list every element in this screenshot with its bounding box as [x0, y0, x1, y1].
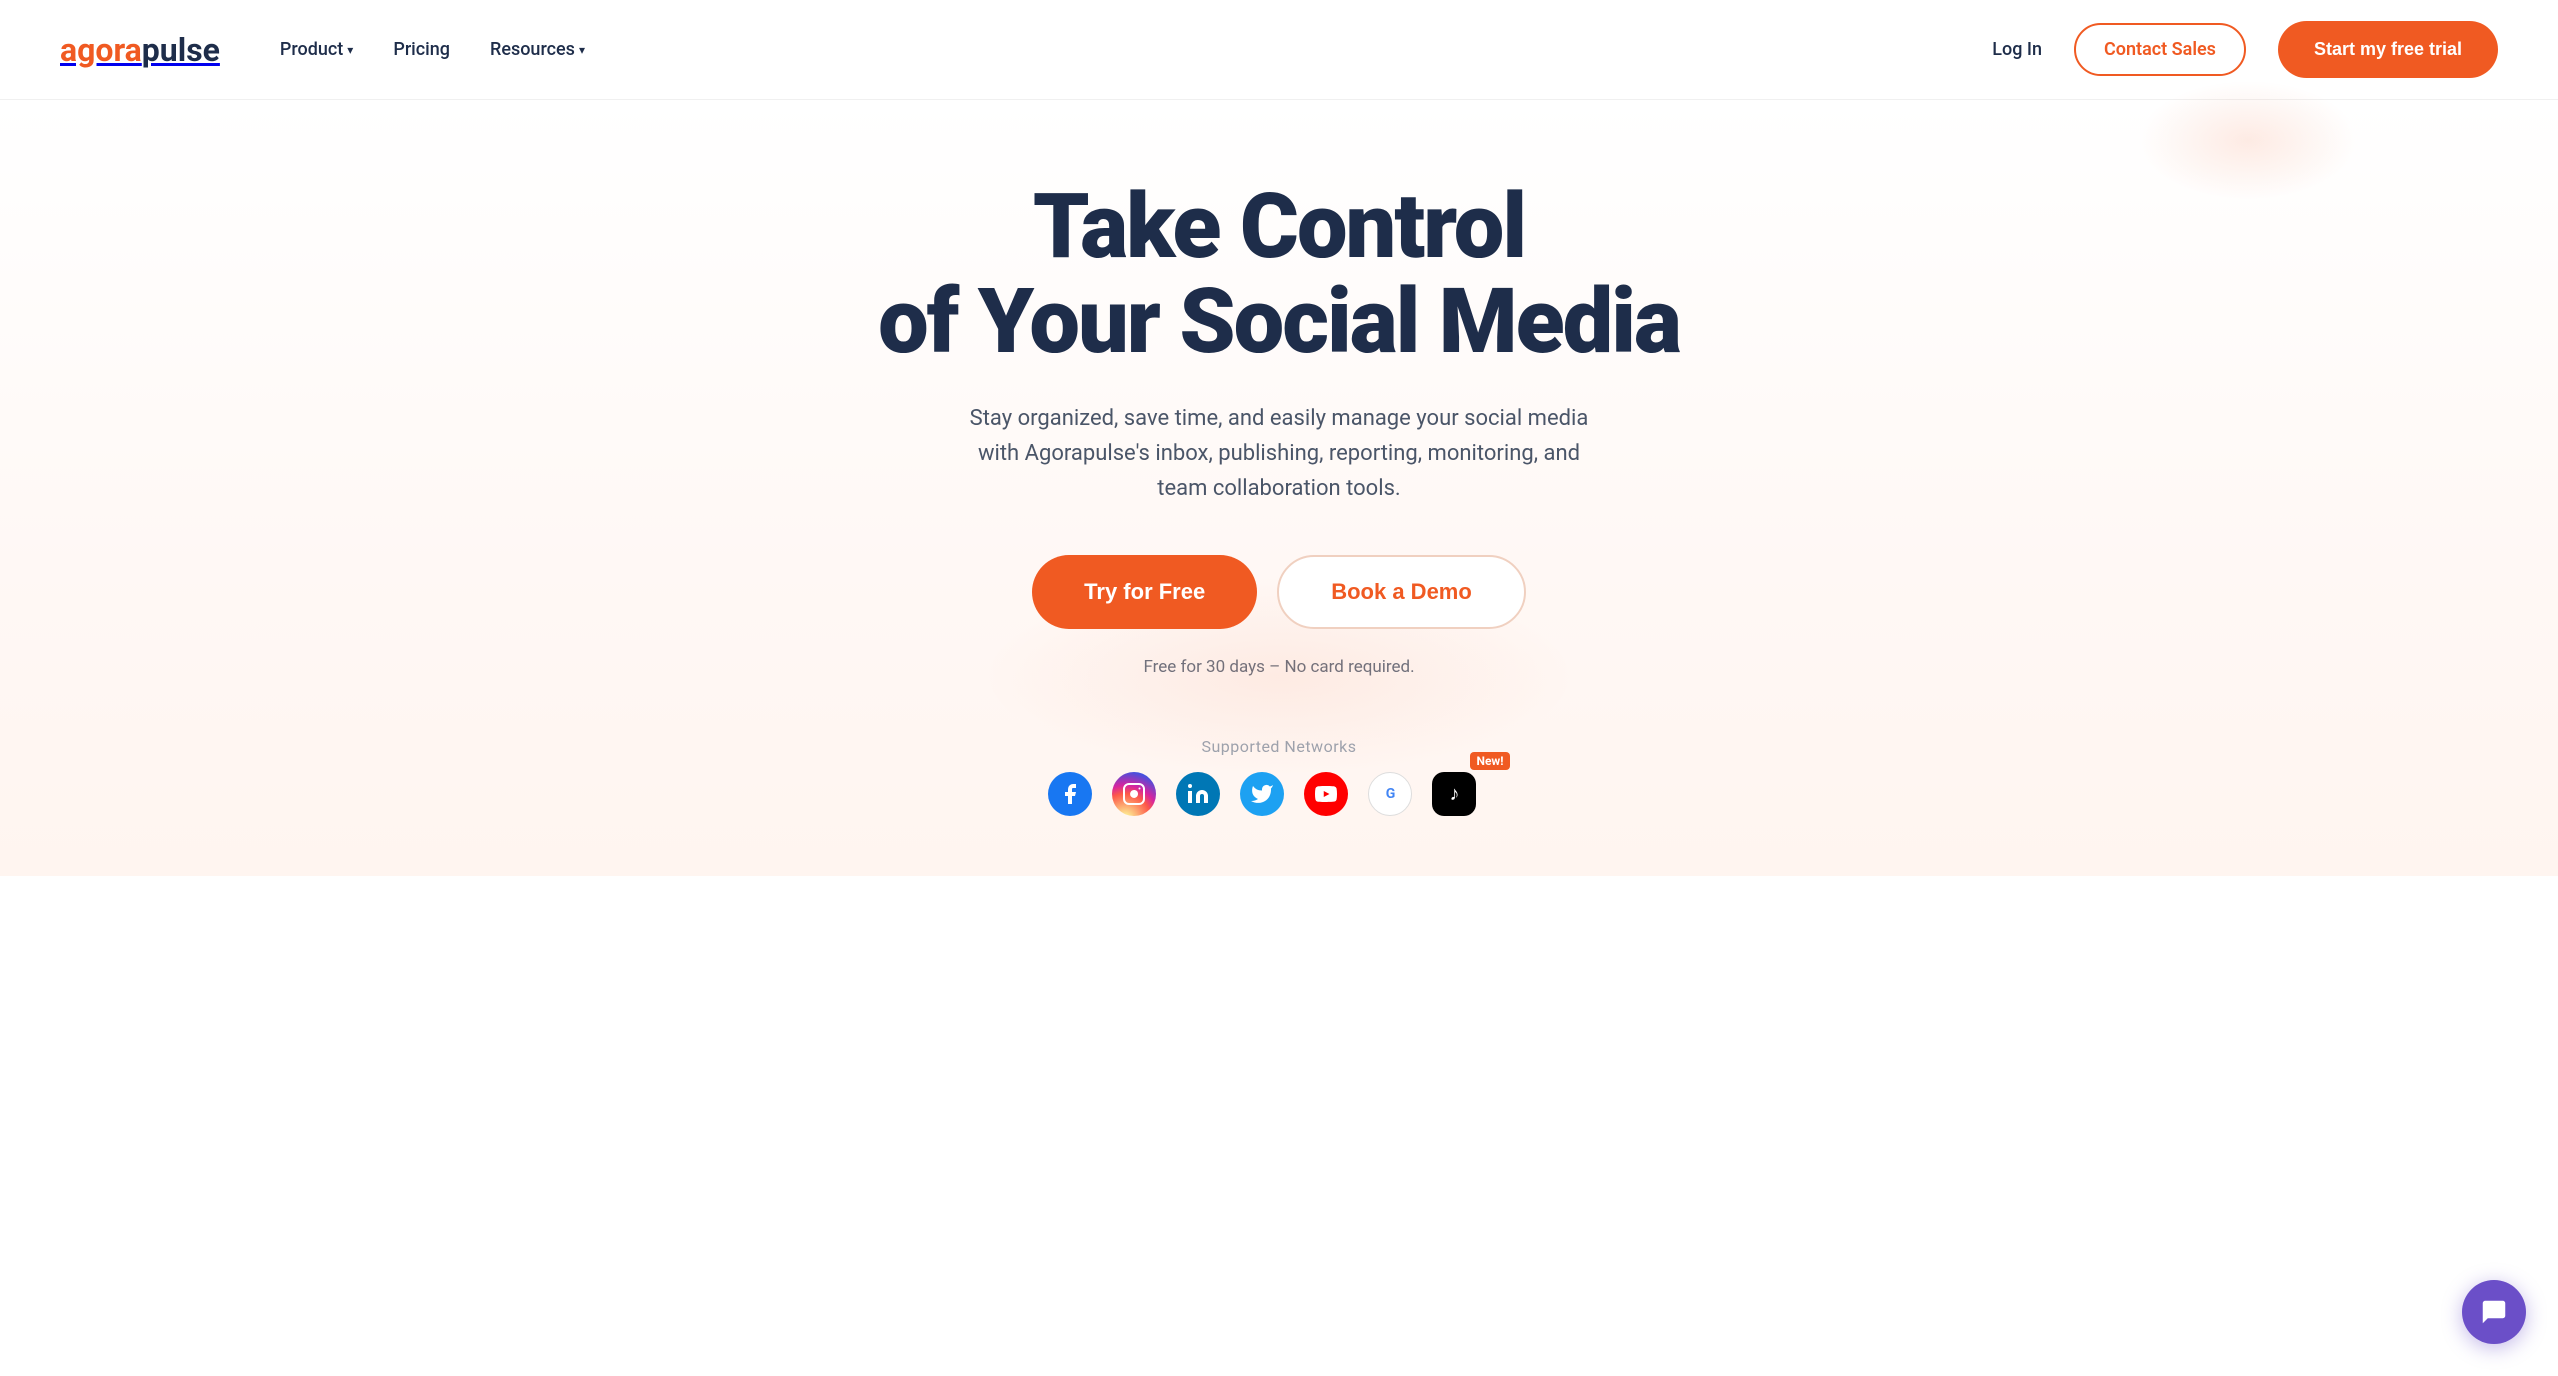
start-trial-button[interactable]: Start my free trial — [2278, 21, 2498, 78]
linkedin-icon — [1176, 772, 1220, 816]
instagram-icon — [1112, 772, 1156, 816]
google-mybusiness-icon: G — [1368, 772, 1412, 816]
try-free-button[interactable]: Try for Free — [1032, 555, 1257, 629]
tiktok-icon: ♪ — [1432, 772, 1476, 816]
contact-sales-button[interactable]: Contact Sales — [2074, 23, 2246, 76]
tiktok-new-badge: New! — [1470, 752, 1509, 770]
nav-right: Log In Contact Sales Start my free trial — [1992, 21, 2498, 78]
book-demo-button[interactable]: Book a Demo — [1277, 555, 1526, 629]
nav-product[interactable]: Product ▾ — [280, 39, 353, 60]
logo-pulse: pulse — [142, 31, 220, 69]
youtube-icon — [1304, 772, 1348, 816]
hero-title: Take Control of Your Social Media — [878, 180, 1680, 369]
hero-section: Take Control of Your Social Media Stay o… — [0, 100, 2558, 876]
free-note: Free for 30 days – No card required. — [1143, 657, 1414, 677]
login-link[interactable]: Log In — [1992, 39, 2042, 60]
nav-pricing[interactable]: Pricing — [393, 39, 450, 60]
supported-networks-label: Supported Networks — [1201, 737, 1356, 756]
supported-networks: Supported Networks G ♪ New! — [1048, 737, 1509, 816]
twitter-icon — [1240, 772, 1284, 816]
tiktok-wrap: ♪ New! — [1432, 772, 1509, 816]
navigation: agorapulse Product ▾ Pricing Resources ▾… — [0, 0, 2558, 100]
nav-resources[interactable]: Resources ▾ — [490, 39, 585, 60]
chevron-down-icon: ▾ — [347, 43, 353, 57]
logo-agora: agora — [60, 31, 142, 69]
hero-subtitle: Stay organized, save time, and easily ma… — [969, 401, 1589, 507]
network-icons-list: G ♪ New! — [1048, 772, 1509, 816]
chevron-down-icon: ▾ — [579, 43, 585, 57]
logo[interactable]: agorapulse — [60, 31, 280, 69]
hero-buttons: Try for Free Book a Demo — [1032, 555, 1526, 629]
nav-links: Product ▾ Pricing Resources ▾ — [280, 39, 1992, 60]
chat-widget[interactable] — [2462, 1280, 2526, 1344]
facebook-icon — [1048, 772, 1092, 816]
